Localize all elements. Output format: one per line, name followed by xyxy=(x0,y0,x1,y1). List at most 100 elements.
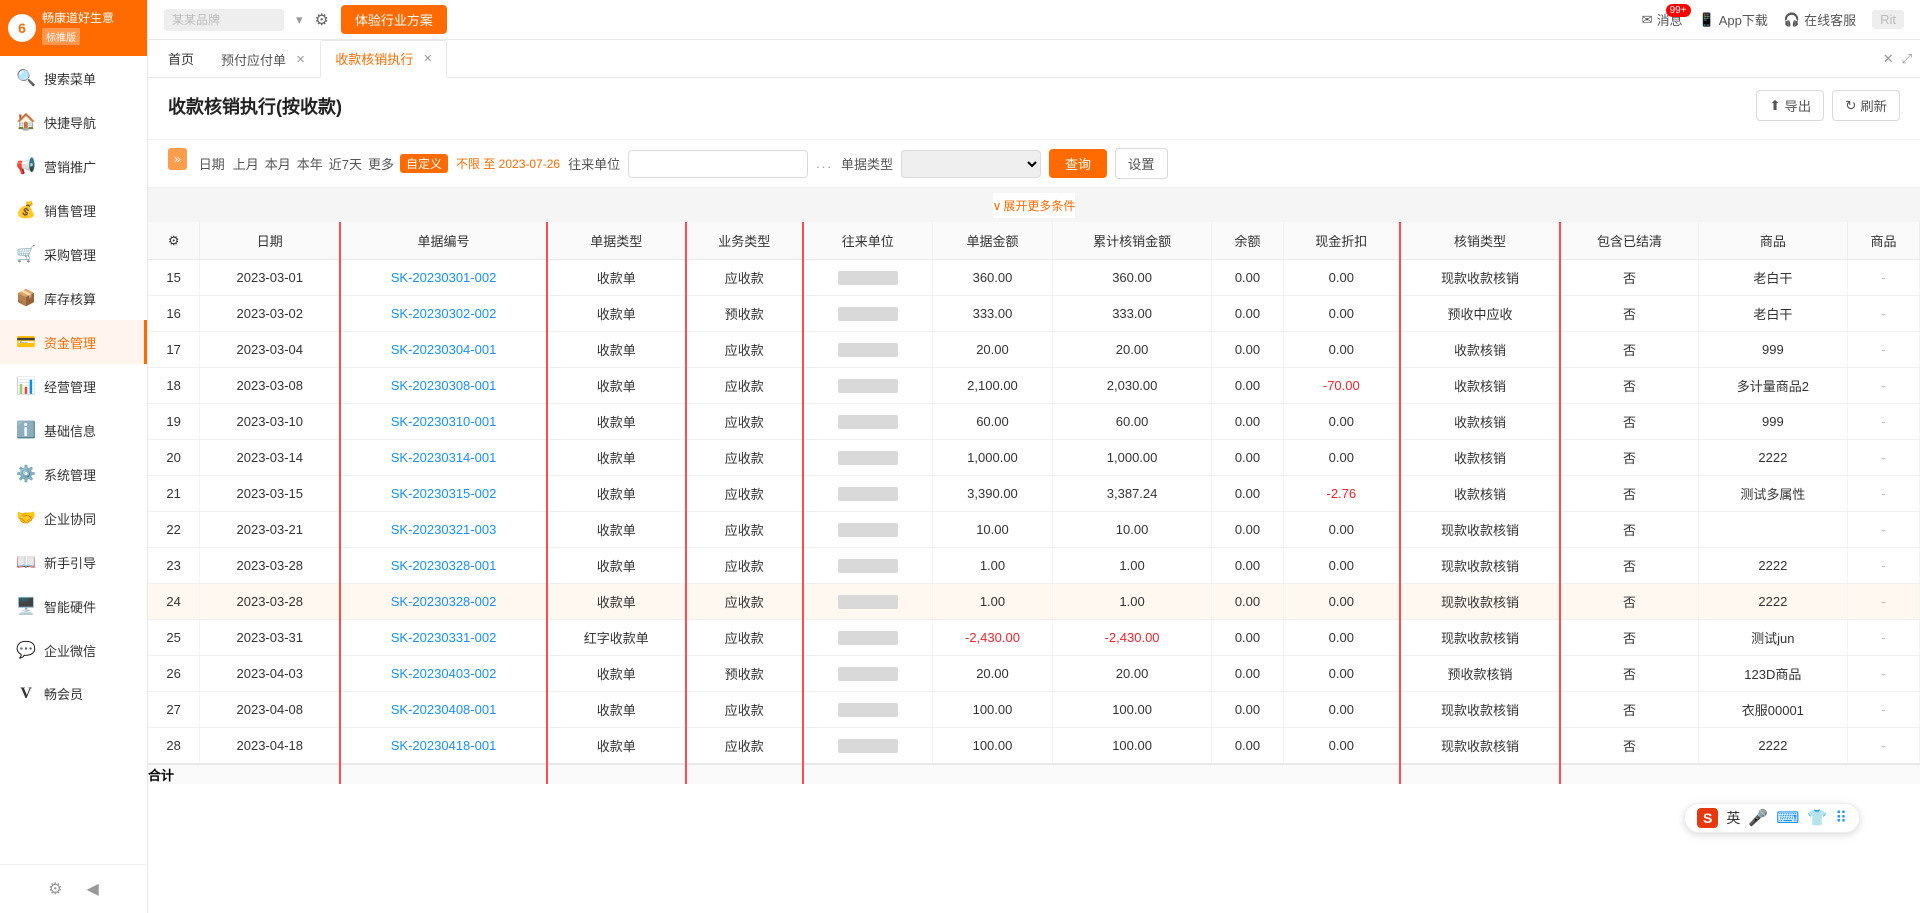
doc-no-link[interactable]: SK-20230321-003 xyxy=(391,522,497,537)
doc-no-link[interactable]: SK-20230310-001 xyxy=(391,414,497,429)
sidebar-item-system[interactable]: ⚙️ 系统管理 xyxy=(0,452,147,496)
cell-partner xyxy=(803,476,933,512)
sidebar-item-wechat[interactable]: 💬 企业微信 xyxy=(0,628,147,672)
query-btn[interactable]: 查询 xyxy=(1049,149,1107,178)
finance-icon: 💳 xyxy=(16,332,36,352)
solution-btn[interactable]: 体验行业方案 xyxy=(341,5,447,34)
doc-no-link[interactable]: SK-20230328-002 xyxy=(391,594,497,609)
sidebar-item-quicknav[interactable]: 🏠 快捷导航 xyxy=(0,100,147,144)
date-this-month[interactable]: 本月 xyxy=(265,154,291,173)
tab-home[interactable]: 首页 xyxy=(156,41,206,76)
cell-total-cancel: 333.00 xyxy=(1053,296,1212,332)
cell-goods2: - xyxy=(1847,368,1919,404)
cell-include-settled: 否 xyxy=(1560,332,1698,368)
sidebar-item-search[interactable]: 🔍 搜索菜单 xyxy=(0,56,147,100)
tab-prepay-order[interactable]: 预付应付单 ✕ xyxy=(206,41,320,77)
cell-balance: 0.00 xyxy=(1212,368,1284,404)
col-doc-no: 单据编号 xyxy=(340,222,547,260)
top-header: 某某品牌 ▾ ⚙ 体验行业方案 ✉ 消息 99+ 📱 App下载 🎧 在线客服 … xyxy=(148,0,1920,40)
marketing-icon: 📢 xyxy=(16,156,36,176)
doc-no-link[interactable]: SK-20230418-001 xyxy=(391,738,497,753)
doc-type-select[interactable] xyxy=(901,150,1041,178)
col-settings[interactable]: ⚙ xyxy=(148,222,200,260)
doc-no-link[interactable]: SK-20230308-001 xyxy=(391,378,497,393)
cell-include-settled: 否 xyxy=(1560,440,1698,476)
cell-balance: 0.00 xyxy=(1212,260,1284,296)
cell-total-cancel: 1.00 xyxy=(1053,548,1212,584)
date-custom-btn[interactable]: 自定义 xyxy=(400,154,448,173)
sidebar-collapse-btn[interactable]: ◀ xyxy=(77,873,109,905)
tab-close-all-icon[interactable]: ✕ xyxy=(1883,51,1894,67)
tab-expand-icon[interactable]: ⤢ xyxy=(1902,51,1912,67)
sidebar-item-hardware[interactable]: 🖥️ 智能硬件 xyxy=(0,584,147,628)
sidebar-item-marketing[interactable]: 📢 营销推广 xyxy=(0,144,147,188)
app-download-label: App下载 xyxy=(1719,10,1768,29)
cell-doc-no: SK-20230314-001 xyxy=(340,440,547,476)
brand-selector[interactable]: 某某品牌 xyxy=(164,9,284,31)
sidebar-item-finance[interactable]: 💳 资金管理 xyxy=(0,320,147,364)
doc-no-link[interactable]: SK-20230301-002 xyxy=(391,270,497,285)
doc-no-link[interactable]: SK-20230331-002 xyxy=(391,630,497,645)
sidebar-item-inventory[interactable]: 📦 库存核算 xyxy=(0,276,147,320)
sidebar-item-member[interactable]: V 畅会员 xyxy=(0,672,147,715)
filter-expand-btn[interactable]: » xyxy=(168,148,187,170)
cell-total-cancel: 360.00 xyxy=(1053,260,1212,296)
sidebar-item-label: 销售管理 xyxy=(44,201,96,220)
online-support-btn[interactable]: 🎧 在线客服 xyxy=(1784,10,1856,29)
cell-include-settled: 否 xyxy=(1560,728,1698,765)
cell-goods: 测试jun xyxy=(1698,620,1847,656)
doc-no-link[interactable]: SK-20230315-002 xyxy=(391,486,497,501)
date-last-month[interactable]: 上月 xyxy=(233,154,259,173)
doc-no-link[interactable]: SK-20230314-001 xyxy=(391,450,497,465)
col-amount: 单据金额 xyxy=(932,222,1052,260)
export-btn[interactable]: ⬆ 导出 xyxy=(1756,90,1824,121)
sidebar-settings-btn[interactable]: ⚙ xyxy=(38,873,72,905)
brand-dropdown-icon[interactable]: ▾ xyxy=(296,12,303,28)
doc-no-link[interactable]: SK-20230408-001 xyxy=(391,702,497,717)
sidebar-item-guide[interactable]: 📖 新手引导 xyxy=(0,540,147,584)
sidebar-item-baseinfo[interactable]: ℹ️ 基础信息 xyxy=(0,408,147,452)
col-goods: 商品 xyxy=(1698,222,1847,260)
brand-name: 某某品牌 xyxy=(172,11,220,28)
cell-partner xyxy=(803,692,933,728)
tab-collection-close[interactable]: ✕ xyxy=(423,52,432,65)
cell-no: 26 xyxy=(148,656,200,692)
doc-no-link[interactable]: SK-20230328-001 xyxy=(391,558,497,573)
cell-biz-type: 应收款 xyxy=(686,584,803,620)
cell-date: 2023-03-14 xyxy=(200,440,340,476)
partner-input[interactable] xyxy=(628,150,808,178)
doc-no-link[interactable]: SK-20230304-001 xyxy=(391,342,497,357)
expand-more-btn[interactable]: ∨ 展开更多条件 xyxy=(993,193,1076,218)
cell-partner xyxy=(803,296,933,332)
sidebar-item-operations[interactable]: 📊 经营管理 xyxy=(0,364,147,408)
cell-include-settled: 否 xyxy=(1560,584,1698,620)
cell-cancel-type: 现款收款核销 xyxy=(1400,548,1561,584)
cell-doc-no: SK-20230331-002 xyxy=(340,620,547,656)
tab-prepay-close[interactable]: ✕ xyxy=(296,53,305,66)
date-7days[interactable]: 近7天 xyxy=(329,154,362,173)
top-gear-icon[interactable]: ⚙ xyxy=(315,10,329,30)
cell-biz-type: 应收款 xyxy=(686,260,803,296)
filter-settings-btn[interactable]: 设置 xyxy=(1115,148,1168,179)
tab-collection-exec[interactable]: 收款核销执行 ✕ xyxy=(320,40,447,78)
operations-icon: 📊 xyxy=(16,376,36,396)
cell-cash-discount: 0.00 xyxy=(1283,440,1399,476)
date-more[interactable]: 更多 xyxy=(368,154,394,173)
footer-cash-discount xyxy=(1283,764,1399,784)
cell-no: 18 xyxy=(148,368,200,404)
sidebar-item-sales[interactable]: 💰 销售管理 xyxy=(0,188,147,232)
message-btn[interactable]: ✉ 消息 99+ xyxy=(1642,10,1683,29)
cell-balance: 0.00 xyxy=(1212,692,1284,728)
sidebar-item-enterprise[interactable]: 🤝 企业协同 xyxy=(0,496,147,540)
date-this-year[interactable]: 本年 xyxy=(297,154,323,173)
sidebar-item-purchase[interactable]: 🛒 采购管理 xyxy=(0,232,147,276)
cell-cash-discount: 0.00 xyxy=(1283,512,1399,548)
doc-no-link[interactable]: SK-20230403-002 xyxy=(391,666,497,681)
app-download-btn[interactable]: 📱 App下载 xyxy=(1699,10,1768,29)
cell-goods: 2222 xyxy=(1698,548,1847,584)
refresh-btn[interactable]: ↻ 刷新 xyxy=(1832,90,1900,121)
partner-dots-btn[interactable]: ... xyxy=(816,156,833,171)
tab-bar: 首页 预付应付单 ✕ 收款核销执行 ✕ ✕ ⤢ xyxy=(148,40,1920,78)
cell-cancel-type: 预收款核销 xyxy=(1400,656,1561,692)
doc-no-link[interactable]: SK-20230302-002 xyxy=(391,306,497,321)
